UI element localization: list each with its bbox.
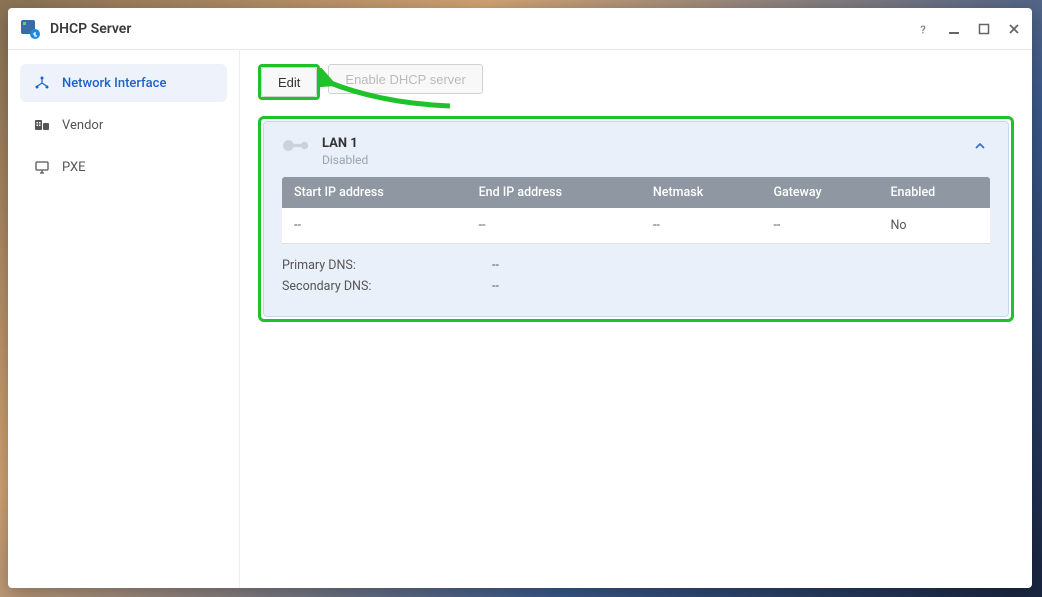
cell-end-ip: -- <box>467 208 641 244</box>
chevron-up-icon[interactable] <box>970 136 990 160</box>
titlebar: DHCP Server ? <box>8 8 1032 50</box>
primary-dns-label: Primary DNS: <box>282 258 492 273</box>
sidebar-item-network-interface[interactable]: Network Interface <box>20 64 227 102</box>
col-netmask: Netmask <box>641 177 762 208</box>
col-end-ip: End IP address <box>467 177 641 208</box>
sidebar-item-vendor[interactable]: Vendor <box>20 106 227 144</box>
svg-text:?: ? <box>920 22 926 36</box>
window-title: DHCP Server <box>50 21 916 37</box>
secondary-dns-value: -- <box>492 279 499 294</box>
interface-panel: LAN 1 Disabled Start IP address End IP a… <box>263 121 1009 317</box>
close-icon[interactable] <box>1008 23 1020 35</box>
ip-range-table: Start IP address End IP address Netmask … <box>282 177 990 244</box>
cell-enabled: No <box>879 208 991 244</box>
sidebar-item-pxe[interactable]: PXE <box>20 148 227 186</box>
maximize-icon[interactable] <box>978 23 990 35</box>
secondary-dns-label: Secondary DNS: <box>282 279 492 294</box>
col-start-ip: Start IP address <box>282 177 467 208</box>
edit-highlight: Edit <box>258 64 320 100</box>
col-enabled: Enabled <box>879 177 991 208</box>
minimize-icon[interactable] <box>948 23 960 35</box>
main-area: Network Interface Vendor PXE Edit Ena <box>8 50 1032 588</box>
pxe-icon <box>34 159 50 175</box>
network-icon <box>34 75 50 91</box>
app-icon <box>20 19 40 39</box>
cell-gateway: -- <box>761 208 878 244</box>
app-window: DHCP Server ? Network Interface <box>8 8 1032 588</box>
primary-dns-value: -- <box>492 258 499 273</box>
sidebar-item-label: Network Interface <box>62 76 166 91</box>
vendor-icon <box>34 117 50 133</box>
help-icon[interactable]: ? <box>916 22 930 36</box>
panel-header[interactable]: LAN 1 Disabled <box>282 136 990 167</box>
sidebar-item-label: PXE <box>62 160 86 175</box>
cell-start-ip: -- <box>282 208 467 244</box>
dns-block: Primary DNS: -- Secondary DNS: -- <box>282 258 990 294</box>
col-gateway: Gateway <box>761 177 878 208</box>
sidebar-item-label: Vendor <box>62 118 103 133</box>
interface-status: Disabled <box>322 153 368 167</box>
connection-icon <box>282 138 312 157</box>
panel-highlight: LAN 1 Disabled Start IP address End IP a… <box>258 116 1014 322</box>
sidebar: Network Interface Vendor PXE <box>8 50 240 588</box>
toolbar: Edit Enable DHCP server <box>258 64 1014 100</box>
cell-netmask: -- <box>641 208 762 244</box>
table-row[interactable]: -- -- -- -- No <box>282 208 990 244</box>
edit-button[interactable]: Edit <box>261 67 317 97</box>
content: Edit Enable DHCP server <box>240 50 1032 588</box>
interface-name: LAN 1 <box>322 136 368 151</box>
enable-dhcp-button[interactable]: Enable DHCP server <box>328 64 482 94</box>
